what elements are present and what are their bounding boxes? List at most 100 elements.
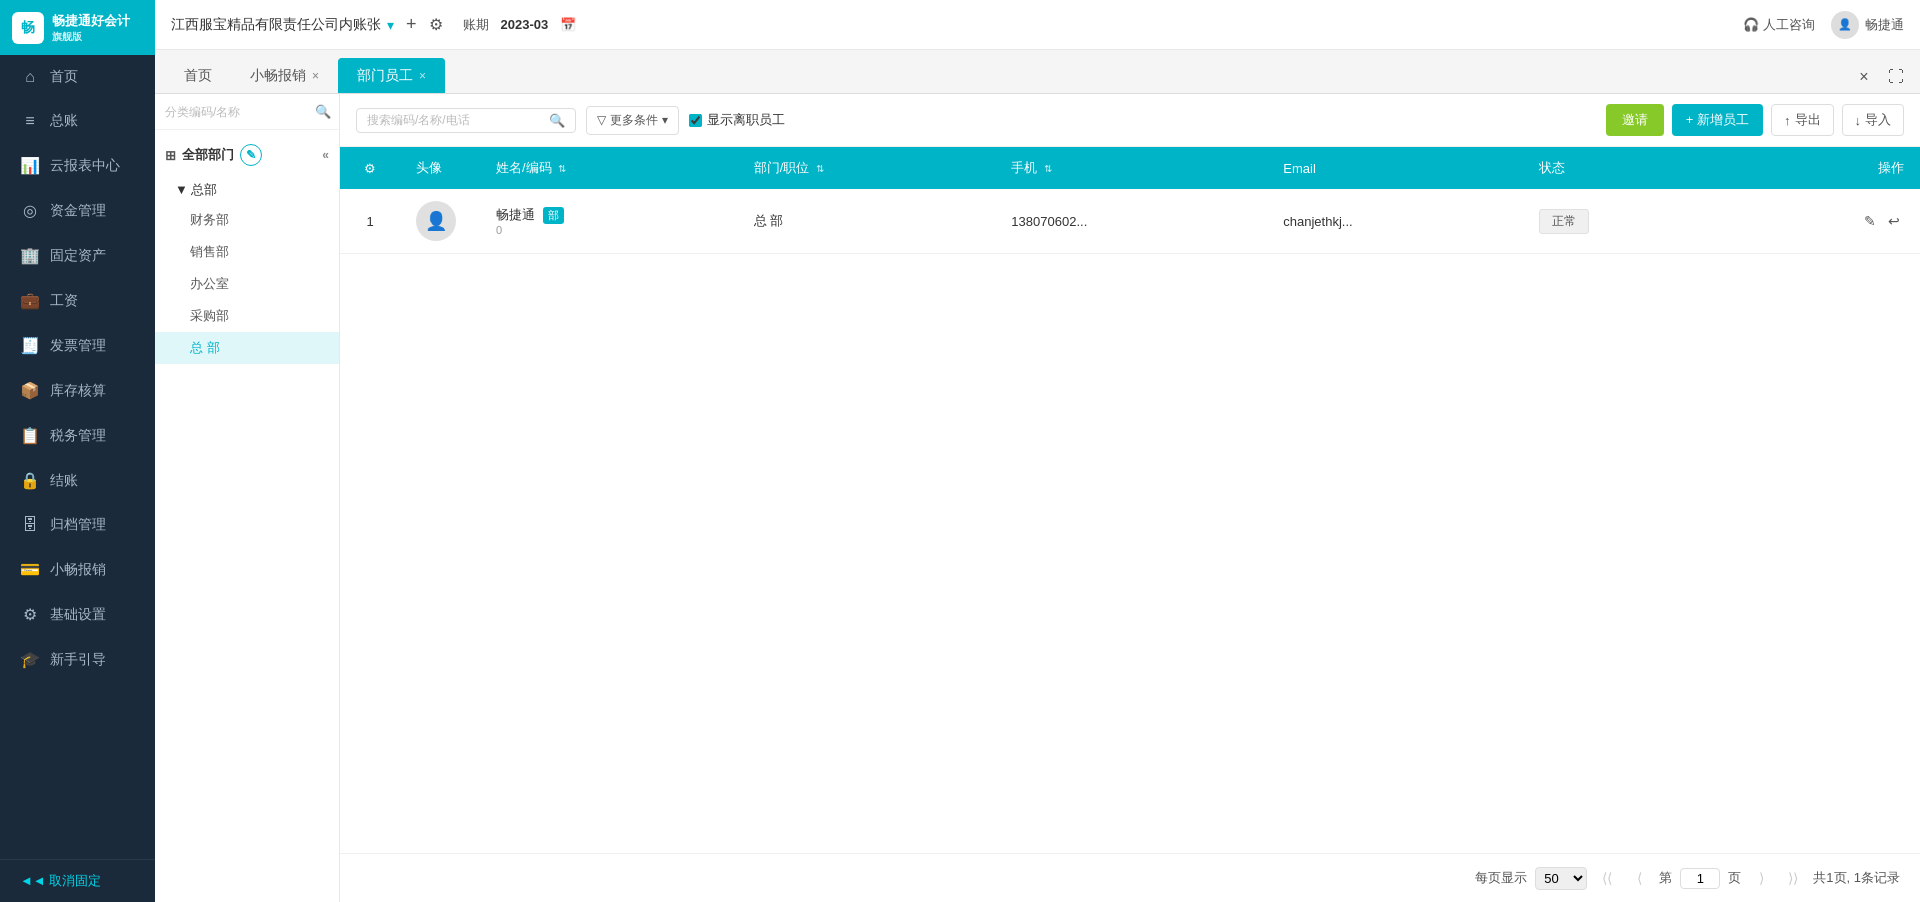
next-page-button[interactable]: ⟩	[1749, 866, 1773, 890]
unpin-sidebar-button[interactable]: ◄◄ 取消固定	[0, 859, 155, 902]
sidebar-item-inventory[interactable]: 📦 库存核算	[0, 368, 155, 413]
sidebar-item-home[interactable]: ⌂ 首页	[0, 55, 155, 99]
pagination: 每页显示 50 10 20 100 ⟨⟨ ⟨ 第 页 ⟩ ⟩⟩ 共1页, 1条记…	[340, 853, 1920, 902]
page-number-input[interactable]	[1680, 868, 1720, 889]
show-resigned-checkbox[interactable]	[689, 114, 702, 127]
employee-table: ⚙ 头像 姓名/编码 ⇅ 部门/职位 ⇅	[340, 147, 1920, 254]
first-page-button[interactable]: ⟨⟨	[1595, 866, 1619, 890]
import-button[interactable]: ↓ 导入	[1842, 104, 1905, 136]
settings-icon: ⚙	[20, 605, 40, 624]
sidebar-item-guide[interactable]: 🎓 新手引导	[0, 637, 155, 682]
tab-expense-close[interactable]: ×	[312, 69, 319, 83]
sidebar-item-funds[interactable]: ◎ 资金管理	[0, 188, 155, 233]
company-selector[interactable]: 江西服宝精品有限责任公司内账张 ▾	[171, 16, 394, 34]
export-button[interactable]: ↑ 导出	[1771, 104, 1834, 136]
guide-icon: 🎓	[20, 650, 40, 669]
support-button[interactable]: 🎧 人工咨询	[1743, 16, 1815, 34]
sidebar-item-ledger[interactable]: ≡ 总账	[0, 99, 155, 143]
sidebar-item-archive[interactable]: 🗄 归档管理	[0, 503, 155, 547]
dept-item-hq[interactable]: 总 部	[155, 332, 339, 364]
calendar-icon[interactable]: 📅	[560, 17, 576, 32]
tax-icon: 📋	[20, 426, 40, 445]
tabbar: 首页 小畅报销 × 部门员工 × × ⛶	[155, 50, 1920, 94]
add-employee-button[interactable]: + 新增员工	[1672, 104, 1763, 136]
employee-toolbar: 🔍 ▽ 更多条件 ▾ 显示离职员工 邀请 + 新增员工 ↑ 导出	[340, 94, 1920, 147]
prev-page-button[interactable]: ⟨	[1627, 866, 1651, 890]
tab-maximize-button[interactable]: ⛶	[1882, 63, 1910, 91]
tab-dept-employee-close[interactable]: ×	[419, 69, 426, 83]
dept-search-icon[interactable]: 🔍	[315, 104, 331, 119]
col-status: 状态	[1523, 147, 1730, 189]
dept-group-general: ▼ 总部 财务部 销售部 办公室 采购部 总 部	[155, 172, 339, 368]
dept-group-general-label[interactable]: ▼ 总部	[155, 176, 339, 204]
sidebar-item-label: 首页	[50, 68, 78, 86]
employee-right-panel: 🔍 ▽ 更多条件 ▾ 显示离职员工 邀请 + 新增员工 ↑ 导出	[340, 94, 1920, 902]
user-menu[interactable]: 👤 畅捷通	[1831, 11, 1904, 39]
edit-employee-button[interactable]: ✎	[1860, 211, 1880, 231]
col-avatar: 头像	[400, 147, 480, 189]
sidebar-item-expense[interactable]: 💳 小畅报销	[0, 547, 155, 592]
home-icon: ⌂	[20, 68, 40, 86]
logout-employee-button[interactable]: ↩	[1884, 211, 1904, 231]
employee-search-input[interactable]	[367, 113, 543, 127]
sort-icon: ⇅	[1044, 163, 1052, 174]
row-avatar-cell: 👤	[400, 189, 480, 254]
dept-item-sales[interactable]: 销售部	[155, 236, 339, 268]
sidebar-item-reports[interactable]: 📊 云报表中心	[0, 143, 155, 188]
settings-icon[interactable]: ⚙	[429, 15, 443, 34]
dept-item-purchase[interactable]: 采购部	[155, 300, 339, 332]
collapse-icon[interactable]: «	[322, 148, 329, 162]
salary-icon: 💼	[20, 291, 40, 310]
more-filters-button[interactable]: ▽ 更多条件 ▾	[586, 106, 679, 135]
topbar: 江西服宝精品有限责任公司内账张 ▾ + ⚙ 账期 2023-03 📅 🎧 人工咨…	[155, 0, 1920, 50]
fixed-assets-icon: 🏢	[20, 246, 40, 265]
employee-dept-badge: 部	[543, 207, 564, 224]
tab-home[interactable]: 首页	[165, 58, 231, 93]
sidebar-item-label: 库存核算	[50, 382, 106, 400]
status-badge: 正常	[1539, 209, 1589, 234]
sort-icon: ⇅	[558, 163, 566, 174]
sidebar-nav: ⌂ 首页 ≡ 总账 📊 云报表中心 ◎ 资金管理 🏢 固定资产 💼 工资 🧾 发…	[0, 55, 155, 859]
employee-search-box[interactable]: 🔍	[356, 108, 576, 133]
sidebar-item-label: 基础设置	[50, 606, 106, 624]
col-dept-role[interactable]: 部门/职位 ⇅	[738, 147, 996, 189]
last-page-button[interactable]: ⟩⟩	[1781, 866, 1805, 890]
sidebar-item-label: 资金管理	[50, 202, 106, 220]
sidebar-item-tax[interactable]: 📋 税务管理	[0, 413, 155, 458]
sidebar-item-label: 小畅报销	[50, 561, 106, 579]
add-company-button[interactable]: +	[406, 14, 417, 35]
dept-edit-button[interactable]: ✎	[240, 144, 262, 166]
all-departments-item[interactable]: ⊞ 全部部门 ✎ «	[155, 138, 339, 172]
toolbar-right-buttons: 邀请 + 新增员工 ↑ 导出 ↓ 导入	[1606, 104, 1904, 136]
per-page-label: 每页显示	[1475, 869, 1527, 887]
per-page-select[interactable]: 50 10 20 100	[1535, 867, 1587, 890]
sidebar-item-label: 归档管理	[50, 516, 106, 534]
sidebar-item-settings[interactable]: ⚙ 基础设置	[0, 592, 155, 637]
tab-expense[interactable]: 小畅报销 ×	[231, 58, 338, 93]
col-settings[interactable]: ⚙	[340, 147, 400, 189]
sidebar-item-fixed-assets[interactable]: 🏢 固定资产	[0, 233, 155, 278]
sidebar-item-closing[interactable]: 🔒 结账	[0, 458, 155, 503]
show-resigned-label: 显示离职员工	[707, 111, 785, 129]
sidebar-item-salary[interactable]: 💼 工资	[0, 278, 155, 323]
dept-search-input[interactable]	[165, 105, 315, 119]
col-actions: 操作	[1729, 147, 1920, 189]
username: 畅捷通	[1865, 16, 1904, 34]
show-resigned-checkbox-label[interactable]: 显示离职员工	[689, 111, 785, 129]
sidebar-item-label: 云报表中心	[50, 157, 120, 175]
user-avatar: 👤	[1831, 11, 1859, 39]
sidebar-item-invoice[interactable]: 🧾 发票管理	[0, 323, 155, 368]
col-phone[interactable]: 手机 ⇅	[995, 147, 1267, 189]
invite-button[interactable]: 邀请	[1606, 104, 1664, 136]
employee-table-container: ⚙ 头像 姓名/编码 ⇅ 部门/职位 ⇅	[340, 147, 1920, 853]
sidebar: 畅 畅捷通好会计 旗舰版 ⌂ 首页 ≡ 总账 📊 云报表中心 ◎ 资金管理 🏢 …	[0, 0, 155, 902]
dept-search-box[interactable]: 🔍	[155, 94, 339, 130]
all-departments-label: 全部部门	[182, 146, 234, 164]
dept-item-finance[interactable]: 财务部	[155, 204, 339, 236]
tab-dept-employee[interactable]: 部门员工 ×	[338, 58, 445, 93]
col-name-code[interactable]: 姓名/编码 ⇅	[480, 147, 738, 189]
employee-search-icon[interactable]: 🔍	[549, 113, 565, 128]
tab-close-all-button[interactable]: ×	[1850, 63, 1878, 91]
funds-icon: ◎	[20, 201, 40, 220]
dept-item-office[interactable]: 办公室	[155, 268, 339, 300]
